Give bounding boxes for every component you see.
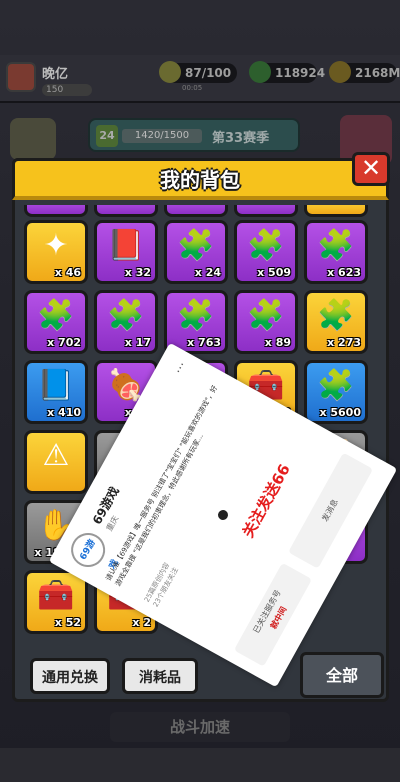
- bottom-nav-strip: [0, 748, 400, 782]
- inventory-slot[interactable]: ⚠: [24, 430, 88, 494]
- inventory-slot-partial[interactable]: [304, 205, 368, 217]
- item-count: x 24: [194, 266, 221, 279]
- puzzle-piece-icon: 🧩: [317, 298, 355, 333]
- more-icon[interactable]: ⋯: [171, 358, 190, 376]
- puzzle-piece-icon: 🧩: [37, 298, 75, 333]
- player-avatar[interactable]: [6, 62, 36, 92]
- inventory-slot[interactable]: 🧩 x 89: [234, 290, 298, 354]
- season-level: 24: [96, 125, 118, 147]
- item-count: x 763: [187, 336, 221, 349]
- item-count: x 509: [257, 266, 291, 279]
- season-name: 第33赛季: [212, 131, 270, 146]
- battle-boost-button[interactable]: 战斗加速: [110, 712, 290, 742]
- gold-value: 2168M: [355, 66, 400, 80]
- item-count: x 2: [132, 616, 151, 629]
- channel-logo: 69游戏: [65, 526, 121, 574]
- energy-icon: [159, 61, 181, 83]
- gold-coin-icon: [329, 61, 351, 83]
- tab-all[interactable]: 全部: [300, 652, 384, 698]
- channel-meta: 25篇原创内容 23个朋友关注: [142, 561, 181, 609]
- item-count: x 410: [47, 406, 81, 419]
- item-count: x 702: [47, 336, 81, 349]
- item-count: x 623: [327, 266, 361, 279]
- inventory-slot-partial[interactable]: [234, 205, 298, 217]
- inventory-slot[interactable]: 🧩 x 17: [94, 290, 158, 354]
- inventory-slot[interactable]: 🧩 x 24: [164, 220, 228, 284]
- item-count: x 52: [54, 616, 81, 629]
- inventory-slot[interactable]: 🧩 x 623: [304, 220, 368, 284]
- dot-icon: [216, 508, 230, 522]
- inventory-slot[interactable]: 🧩 x 509: [234, 220, 298, 284]
- inventory-slot-partial[interactable]: [24, 205, 88, 217]
- inventory-slot[interactable]: ✦ x 46: [24, 220, 88, 284]
- inventory-slot[interactable]: 🧩 x 702: [24, 290, 88, 354]
- gold-counter[interactable]: 2168M: [329, 61, 400, 83]
- puzzle-piece-icon: 🧩: [247, 228, 285, 263]
- warning-emblem-icon: ⚠: [42, 438, 70, 473]
- puzzle-piece-icon: 🧩: [247, 298, 285, 333]
- gem-icon: [249, 61, 271, 83]
- season-progress-text: 1420/1500: [122, 129, 202, 143]
- blue-puzzle-icon: 🧩: [317, 368, 355, 403]
- item-count: x 17: [124, 336, 151, 349]
- inventory-slot-partial[interactable]: [94, 205, 158, 217]
- energy-value: 87/100: [185, 66, 232, 80]
- inventory-slot[interactable]: 📘 x 410: [24, 360, 88, 424]
- inventory-slot[interactable]: 🧩 x 273: [304, 290, 368, 354]
- item-count: x 89: [264, 336, 291, 349]
- item-count: x 32: [124, 266, 151, 279]
- item-count: x 273: [327, 336, 361, 349]
- star-icon: ✦: [43, 228, 69, 263]
- inventory-slot-partial[interactable]: [164, 205, 228, 217]
- gem-counter[interactable]: 118924: [249, 61, 325, 83]
- inventory-slot[interactable]: 🧰 x 52: [24, 570, 88, 634]
- item-count: x 5600: [319, 406, 361, 419]
- inventory-slot[interactable]: 📕 x 32: [94, 220, 158, 284]
- promo-text: 关注发送66: [238, 461, 294, 541]
- gold-chest-icon: 🧰: [37, 578, 75, 613]
- close-button[interactable]: ✕: [352, 152, 390, 186]
- book-icon: 📕: [107, 228, 145, 263]
- puzzle-piece-icon: 🧩: [177, 228, 215, 263]
- item-count: x 46: [54, 266, 81, 279]
- player-name: 晚亿: [42, 67, 69, 82]
- skill-book-icon: 📘: [37, 368, 75, 403]
- tab-exchange[interactable]: 通用兑换: [30, 658, 110, 694]
- player-level: 150: [42, 84, 92, 96]
- inventory-slot[interactable]: 🧩 x 5600: [304, 360, 368, 424]
- backpack-title: 我的背包: [160, 168, 240, 192]
- tab-consumables[interactable]: 消耗品: [122, 658, 198, 694]
- gem-value: 118924: [275, 66, 326, 80]
- puzzle-piece-icon: 🧩: [317, 228, 355, 263]
- energy-counter[interactable]: 87/100: [159, 61, 237, 83]
- puzzle-piece-icon: 🧩: [107, 298, 145, 333]
- menu-button[interactable]: [10, 118, 56, 160]
- puzzle-piece-icon: 🧩: [177, 298, 215, 333]
- energy-timer: 00:05: [182, 84, 203, 92]
